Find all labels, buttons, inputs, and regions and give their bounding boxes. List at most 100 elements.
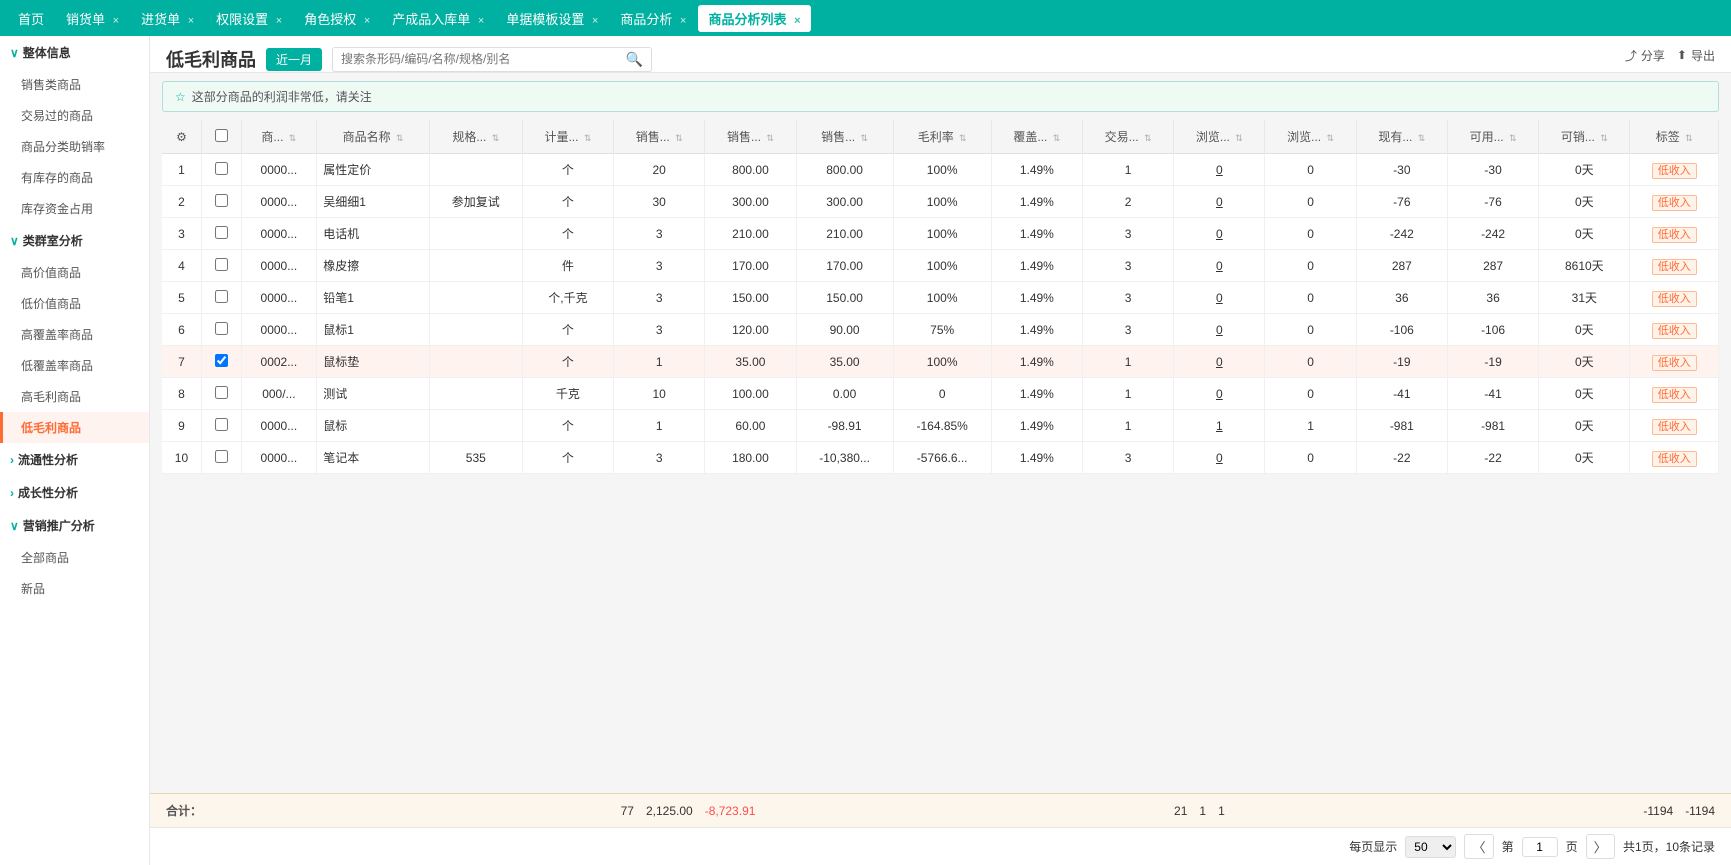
nav-analysis-list-close[interactable]: ×	[794, 15, 800, 27]
col-browse1[interactable]: 浏览... ⇅	[1174, 120, 1265, 154]
row-browse1[interactable]: 0	[1174, 154, 1265, 186]
browse1-link[interactable]: 0	[1216, 259, 1223, 273]
col-current-stock[interactable]: 现有... ⇅	[1356, 120, 1447, 154]
sidebar-item-high-value[interactable]: 高价值商品	[0, 257, 149, 288]
row-browse1[interactable]: 0	[1174, 378, 1265, 410]
nav-purchase-close[interactable]: ×	[188, 15, 194, 27]
browse1-link[interactable]: 0	[1216, 163, 1223, 177]
sidebar-group-growth[interactable]: › 成长性分析	[0, 476, 149, 509]
col-unit[interactable]: 计量... ⇅	[522, 120, 613, 154]
next-page-button[interactable]: 〉	[1586, 834, 1615, 859]
sidebar-group-cluster[interactable]: ∨ 类群室分析	[0, 224, 149, 257]
nav-analysis[interactable]: 商品分析 ×	[610, 5, 696, 32]
row-check[interactable]	[215, 322, 228, 335]
prev-page-button[interactable]: 〈	[1464, 834, 1493, 859]
row-checkbox[interactable]	[201, 282, 241, 314]
sidebar-item-traded-goods[interactable]: 交易过的商品	[0, 100, 149, 131]
browse1-link[interactable]: 0	[1216, 195, 1223, 209]
browse1-link[interactable]: 0	[1216, 227, 1223, 241]
row-browse1[interactable]: 0	[1174, 186, 1265, 218]
row-checkbox[interactable]	[201, 442, 241, 474]
row-check[interactable]	[215, 450, 228, 463]
col-trans[interactable]: 交易... ⇅	[1082, 120, 1173, 154]
row-browse1[interactable]: 0	[1174, 250, 1265, 282]
row-check[interactable]	[215, 290, 228, 303]
row-checkbox[interactable]	[201, 218, 241, 250]
col-coverage[interactable]: 覆盖... ⇅	[991, 120, 1082, 154]
sidebar-item-inventory-capital[interactable]: 库存资金占用	[0, 193, 149, 224]
row-browse1[interactable]: 0	[1174, 442, 1265, 474]
nav-roles[interactable]: 角色授权 ×	[294, 5, 380, 32]
browse1-link[interactable]: 0	[1216, 323, 1223, 337]
browse1-link[interactable]: 0	[1216, 291, 1223, 305]
sidebar-item-low-value[interactable]: 低价值商品	[0, 288, 149, 319]
row-browse1[interactable]: 0	[1174, 218, 1265, 250]
nav-analysis-list[interactable]: 商品分析列表 ×	[698, 5, 810, 32]
row-checkbox[interactable]	[201, 154, 241, 186]
row-browse1[interactable]: 1	[1174, 410, 1265, 442]
sidebar-group-marketing[interactable]: ∨ 营销推广分析	[0, 509, 149, 542]
sidebar-item-inventory-goods[interactable]: 有库存的商品	[0, 162, 149, 193]
share-button[interactable]: ⤴ 分享	[1625, 47, 1665, 64]
nav-product-entry[interactable]: 产成品入库单 ×	[382, 5, 494, 32]
sidebar-group-overall[interactable]: ∨ 整体信息	[0, 36, 149, 69]
col-name[interactable]: 商品名称 ⇅	[317, 120, 430, 154]
col-tag[interactable]: 标签 ⇅	[1630, 120, 1719, 154]
nav-home[interactable]: 首页	[8, 5, 54, 32]
sidebar-item-high-margin[interactable]: 高毛利商品	[0, 381, 149, 412]
nav-roles-close[interactable]: ×	[364, 15, 370, 27]
row-browse1[interactable]: 0	[1174, 314, 1265, 346]
nav-permissions[interactable]: 权限设置 ×	[206, 5, 292, 32]
nav-template[interactable]: 单据模板设置 ×	[496, 5, 608, 32]
nav-sales-close[interactable]: ×	[113, 15, 119, 27]
col-sales-profit[interactable]: 销售... ⇅	[796, 120, 893, 154]
row-check[interactable]	[215, 354, 228, 367]
col-sales-qty[interactable]: 销售... ⇅	[614, 120, 705, 154]
row-browse1[interactable]: 0	[1174, 346, 1265, 378]
col-spec[interactable]: 规格... ⇅	[429, 120, 522, 154]
search-icon[interactable]: 🔍	[626, 51, 643, 68]
nav-purchase[interactable]: 进货单 ×	[131, 5, 204, 32]
nav-analysis-close[interactable]: ×	[680, 15, 686, 27]
col-checkbox[interactable]	[201, 120, 241, 154]
sidebar-item-all-goods[interactable]: 全部商品	[0, 542, 149, 573]
col-code[interactable]: 商... ⇅	[241, 120, 317, 154]
sidebar-item-sales-goods[interactable]: 销售类商品	[0, 69, 149, 100]
col-gross-margin[interactable]: 毛利率 ⇅	[893, 120, 991, 154]
nav-product-entry-close[interactable]: ×	[478, 15, 484, 27]
filter-recent-month[interactable]: 近一月	[266, 48, 322, 71]
col-available[interactable]: 可用... ⇅	[1447, 120, 1538, 154]
nav-template-close[interactable]: ×	[592, 15, 598, 27]
col-sales-price[interactable]: 销售... ⇅	[705, 120, 796, 154]
row-checkbox[interactable]	[201, 378, 241, 410]
sidebar-item-low-margin[interactable]: 低毛利商品	[0, 412, 149, 443]
row-checkbox[interactable]	[201, 346, 241, 378]
row-checkbox[interactable]	[201, 186, 241, 218]
col-settings[interactable]: ⚙	[162, 120, 201, 154]
search-input[interactable]	[341, 52, 626, 66]
sidebar-item-new-goods[interactable]: 新品	[0, 573, 149, 604]
row-check[interactable]	[215, 162, 228, 175]
browse1-link[interactable]: 0	[1216, 355, 1223, 369]
sidebar-item-low-coverage[interactable]: 低覆盖率商品	[0, 350, 149, 381]
nav-permissions-close[interactable]: ×	[276, 15, 282, 27]
browse1-link[interactable]: 0	[1216, 387, 1223, 401]
row-check[interactable]	[215, 418, 228, 431]
page-number-input[interactable]	[1522, 837, 1558, 857]
row-checkbox[interactable]	[201, 410, 241, 442]
col-browse2[interactable]: 浏览... ⇅	[1265, 120, 1356, 154]
row-check[interactable]	[215, 194, 228, 207]
browse1-link[interactable]: 0	[1216, 451, 1223, 465]
col-sellable[interactable]: 可销... ⇅	[1539, 120, 1630, 154]
row-checkbox[interactable]	[201, 250, 241, 282]
nav-sales[interactable]: 销货单 ×	[56, 5, 129, 32]
row-browse1[interactable]: 0	[1174, 282, 1265, 314]
select-all-checkbox[interactable]	[215, 129, 228, 142]
sidebar-item-category-sales[interactable]: 商品分类助销率	[0, 131, 149, 162]
row-checkbox[interactable]	[201, 314, 241, 346]
row-check[interactable]	[215, 226, 228, 239]
row-check[interactable]	[215, 258, 228, 271]
browse1-link[interactable]: 1	[1216, 419, 1223, 433]
sidebar-item-high-coverage[interactable]: 高覆盖率商品	[0, 319, 149, 350]
sidebar-group-liquidity[interactable]: › 流通性分析	[0, 443, 149, 476]
